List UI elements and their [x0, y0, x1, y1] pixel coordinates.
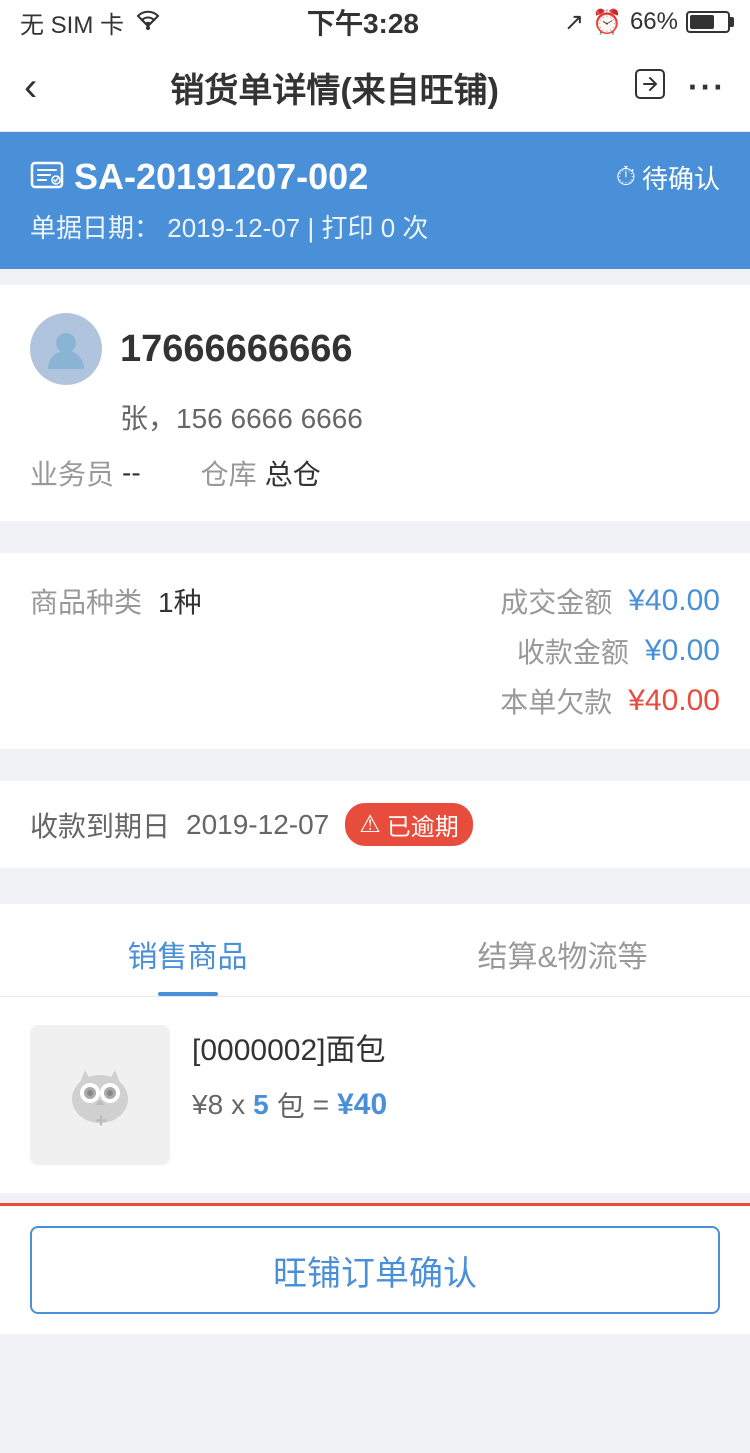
nav-bar: ‹ 销货单详情(来自旺铺) ··· [0, 44, 750, 132]
status-right: ↗ ⏰ 66% [564, 8, 730, 37]
divider-3 [0, 868, 750, 884]
share-icon[interactable] [632, 66, 668, 109]
page-title: 销货单详情(来自旺铺) [170, 63, 499, 112]
received-value: ¥0.00 [645, 634, 720, 668]
sales-label: 业务员 [30, 453, 114, 493]
status-text: 待确认 [642, 159, 720, 196]
sales-value: -- [122, 457, 141, 489]
owed-label: 本单欠款 [500, 681, 612, 721]
bottom-bar: 旺铺订单确认 [0, 1203, 750, 1334]
customer-name: 张，156 6666 6666 [30, 397, 720, 437]
status-badge: ⏱ 待确认 [616, 159, 720, 196]
product-name: [0000002]面包 [192, 1025, 720, 1069]
confirm-button[interactable]: 旺铺订单确认 [30, 1226, 720, 1314]
product-image: + [30, 1025, 170, 1165]
order-id-icon [30, 156, 64, 198]
amount-row: 成交金额 ¥40.00 [500, 581, 720, 621]
back-button[interactable]: ‹ [24, 65, 37, 110]
overdue-icon: ⚠ [359, 810, 381, 839]
received-row: 收款金额 ¥0.00 [517, 631, 720, 671]
product-type-label: 商品种类 [30, 581, 142, 621]
due-date-value: 2019-12-07 [186, 809, 329, 841]
more-icon[interactable]: ··· [688, 69, 726, 106]
product-card: + [0000002]面包 ¥8 x 5 包 = ¥40 [0, 997, 750, 1193]
nav-right: ··· [632, 66, 726, 109]
product-info: [0000002]面包 ¥8 x 5 包 = ¥40 [192, 1025, 720, 1125]
status-bar: 无 SIM 卡 下午3:28 ↗ ⏰ 66% [0, 0, 750, 44]
date-label: 单据日期： [30, 213, 160, 243]
warehouse-label: 仓库 [201, 453, 257, 493]
product-type-value: 1种 [158, 581, 202, 621]
order-id-text: SA-20191207-002 [74, 156, 368, 198]
divider-1 [0, 521, 750, 537]
product-unit: 包 [277, 1085, 305, 1125]
product-qty: 5 [253, 1089, 269, 1121]
status-left: 无 SIM 卡 [20, 5, 162, 40]
tab-settlement[interactable]: 结算&物流等 [375, 904, 750, 996]
wifi-icon [134, 8, 162, 37]
tabs-container: 销售商品 结算&物流等 [0, 904, 750, 997]
tab-settlement-label: 结算&物流等 [477, 941, 647, 974]
overdue-text: 已逾期 [387, 807, 459, 842]
tab-sales-products[interactable]: 销售商品 [0, 904, 375, 996]
warehouse-info: 仓库 总仓 [201, 453, 321, 493]
customer-meta: 业务员 -- 仓库 总仓 [30, 453, 720, 493]
sales-info: 业务员 -- [30, 453, 141, 493]
status-icon: ⏱ [616, 161, 636, 193]
due-date-card: 收款到期日 2019-12-07 ⚠ 已逾期 [0, 781, 750, 868]
summary-card: 商品种类 1种 成交金额 ¥40.00 收款金额 ¥0.00 本单欠款 ¥40.… [0, 553, 750, 749]
product-logo: + [60, 1055, 140, 1135]
amount-label: 成交金额 [500, 581, 612, 621]
owed-row: 本单欠款 ¥40.00 [500, 681, 720, 721]
overdue-badge: ⚠ 已逾期 [345, 803, 473, 846]
location-icon: ↗ [564, 8, 584, 37]
product-price-row: ¥8 x 5 包 = ¥40 [192, 1085, 720, 1125]
product-total: ¥40 [337, 1088, 387, 1122]
tab-sales-label: 销售商品 [128, 941, 248, 974]
order-id: SA-20191207-002 [30, 156, 368, 198]
customer-phone: 17666666666 [120, 328, 352, 371]
equals-sign: = [313, 1089, 329, 1121]
print-count: 0 [381, 213, 395, 243]
order-date: 单据日期： 2019-12-07 | 打印 0 次 [30, 208, 720, 245]
multiply-sign: x [231, 1089, 245, 1121]
warehouse-value: 总仓 [265, 453, 321, 493]
alarm-icon: ⏰ [592, 8, 622, 37]
status-time: 下午3:28 [307, 2, 419, 42]
battery-icon [686, 11, 730, 33]
amount-value: ¥40.00 [628, 584, 720, 618]
product-type-row: 商品种类 1种 [30, 581, 202, 621]
product-price: ¥8 [192, 1089, 223, 1121]
owed-value: ¥40.00 [628, 684, 720, 718]
summary-right: 成交金额 ¥40.00 收款金额 ¥0.00 本单欠款 ¥40.00 [500, 581, 720, 721]
svg-text:+: + [95, 1110, 106, 1132]
avatar [30, 313, 102, 385]
carrier-label: 无 SIM 卡 [20, 5, 124, 40]
header-card: SA-20191207-002 ⏱ 待确认 单据日期： 2019-12-07 |… [0, 132, 750, 269]
battery-percent: 66% [630, 8, 678, 36]
due-date-label: 收款到期日 [30, 805, 170, 845]
print-label: | 打印 [307, 213, 373, 243]
date-value: 2019-12-07 [167, 213, 300, 243]
customer-card: 17666666666 张，156 6666 6666 业务员 -- 仓库 总仓 [0, 285, 750, 521]
summary-left: 商品种类 1种 [30, 581, 202, 621]
received-label: 收款金额 [517, 631, 629, 671]
nav-left: ‹ [24, 65, 37, 110]
divider-2 [0, 749, 750, 765]
print-unit: 次 [402, 213, 428, 243]
